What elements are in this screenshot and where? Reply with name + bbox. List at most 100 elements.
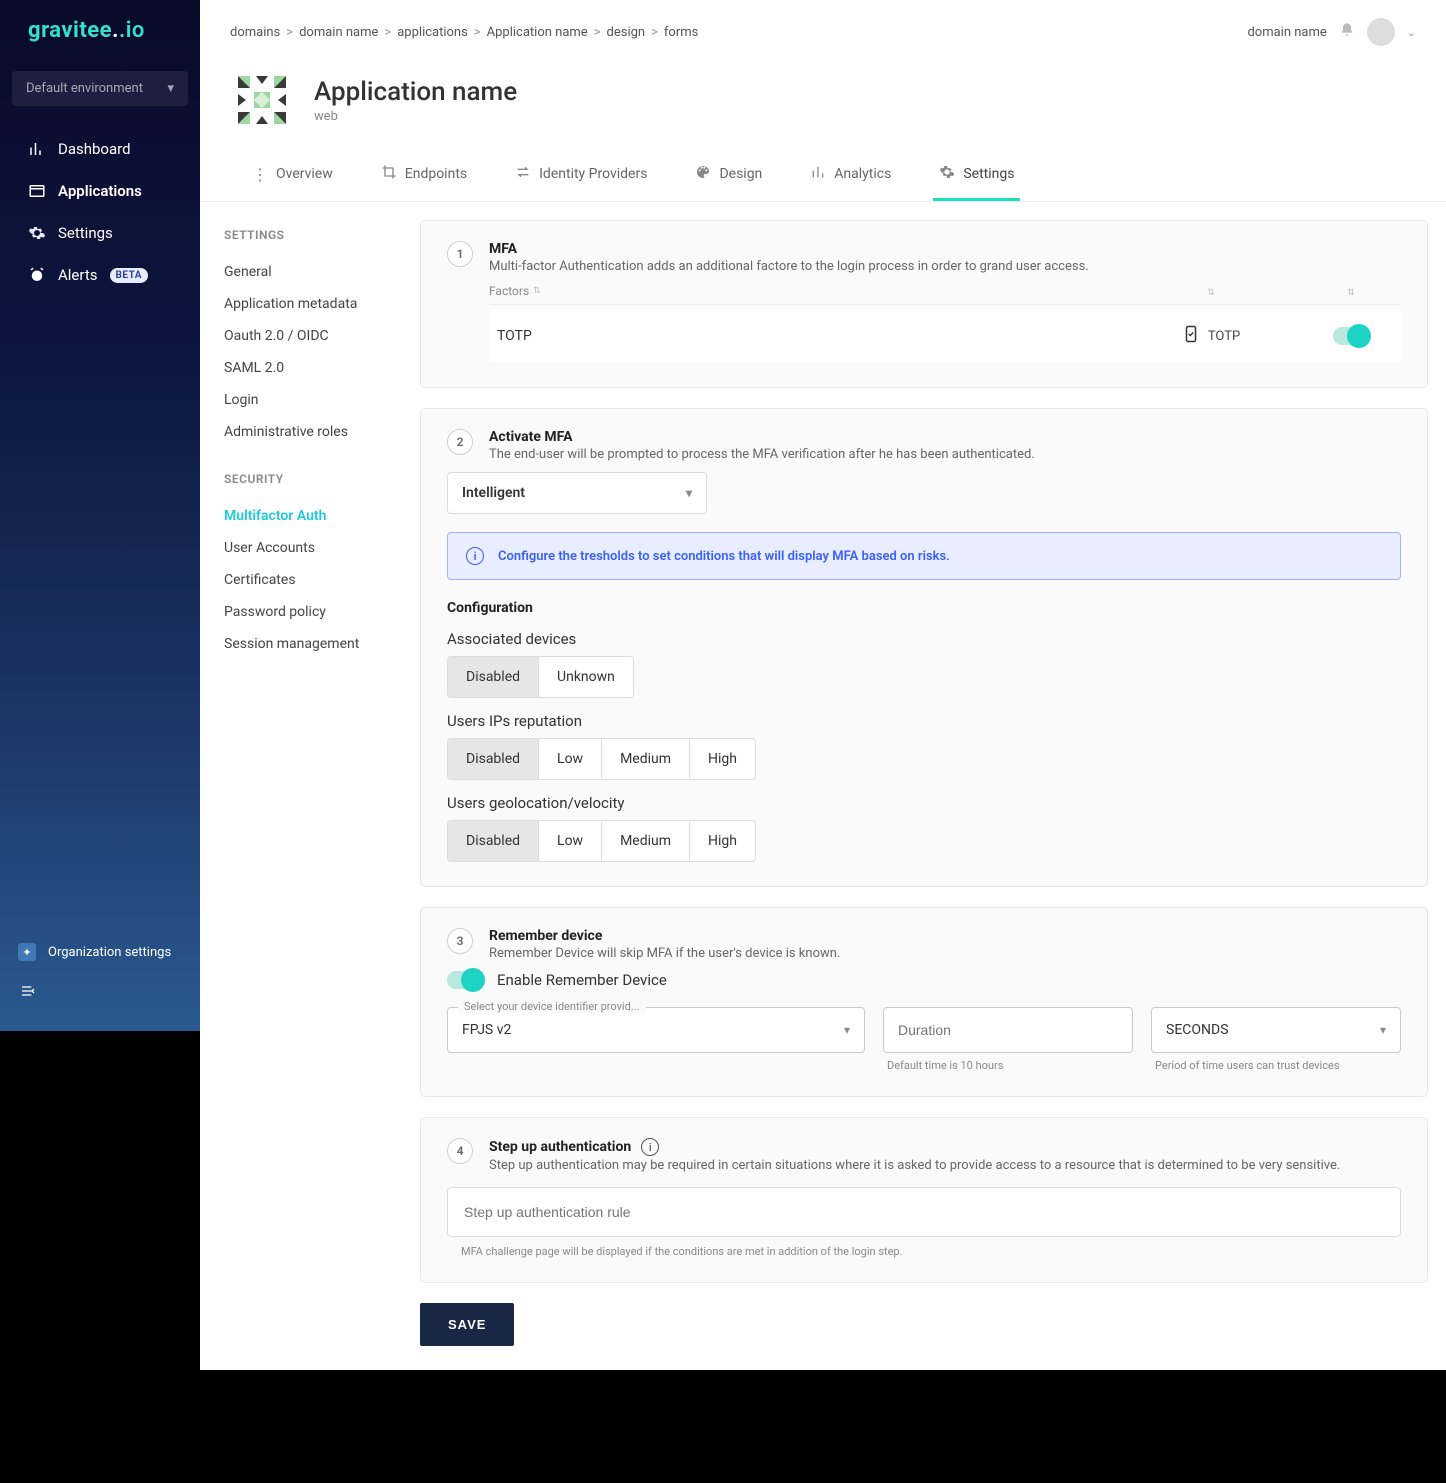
- subnav-item-user-accounts[interactable]: User Accounts: [224, 532, 396, 564]
- info-banner-text: Configure the tresholds to set condition…: [498, 549, 950, 564]
- info-icon[interactable]: i: [641, 1138, 659, 1156]
- breadcrumb-item[interactable]: Application name: [487, 25, 588, 40]
- card-description: Remember Device will skip MFA if the use…: [489, 946, 840, 961]
- subnav-item-certificates[interactable]: Certificates: [224, 564, 396, 596]
- menu-collapse-icon: [18, 983, 38, 999]
- enable-remember-toggle[interactable]: [447, 971, 483, 989]
- organization-settings[interactable]: ✦ Organization settings: [0, 931, 200, 973]
- breadcrumb-item[interactable]: applications: [397, 25, 468, 40]
- step-number: 4: [447, 1138, 473, 1164]
- mfa-mode-select[interactable]: Intelligent ▾: [447, 472, 707, 514]
- save-button[interactable]: SAVE: [420, 1303, 514, 1346]
- seg-btn-disabled[interactable]: Disabled: [448, 821, 539, 861]
- page-header: domains> domain name> applications> Appl…: [200, 0, 1446, 202]
- tab-analytics[interactable]: Analytics: [804, 150, 897, 201]
- tab-endpoints[interactable]: Endpoints: [375, 150, 473, 201]
- nav-item-label: Applications: [58, 182, 142, 200]
- device-provider-value: FPJS v2: [462, 1022, 511, 1038]
- breadcrumb-item[interactable]: design: [607, 25, 646, 40]
- device-provider-select[interactable]: Select your device identifier provid... …: [447, 1007, 865, 1053]
- geolocation-label: Users geolocation/velocity: [447, 794, 1401, 812]
- subnav-item-app-metadata[interactable]: Application metadata: [224, 288, 396, 320]
- tab-label: Settings: [963, 166, 1014, 182]
- tab-settings[interactable]: Settings: [933, 150, 1020, 201]
- card-title: MFA: [489, 241, 1089, 257]
- time-unit-hint: Period of time users can trust devices: [1151, 1059, 1401, 1072]
- nav-settings[interactable]: Settings: [0, 212, 200, 254]
- sidebar: gravitee..io Default environment ▾ Dashb…: [0, 0, 200, 1031]
- seg-btn-high[interactable]: High: [690, 821, 755, 861]
- notifications-icon[interactable]: [1339, 22, 1355, 42]
- seg-btn-high[interactable]: High: [690, 739, 755, 779]
- seg-btn-medium[interactable]: Medium: [602, 739, 690, 779]
- factor-toggle-column-header[interactable]: ⇅: [1301, 284, 1401, 298]
- sidebar-collapse-button[interactable]: [0, 973, 200, 1013]
- seg-btn-unknown[interactable]: Unknown: [539, 657, 633, 697]
- nav-applications[interactable]: Applications: [0, 170, 200, 212]
- mfa-mode-value: Intelligent: [462, 485, 525, 501]
- nav-item-label: Alerts: [58, 266, 98, 284]
- duration-hint: Default time is 10 hours: [883, 1059, 1133, 1072]
- geolocation-segmented: Disabled Low Medium High: [447, 820, 756, 862]
- user-area: domain name ⌄: [1247, 18, 1416, 46]
- card-remember-device: 3 Remember device Remember Device will s…: [420, 907, 1428, 1097]
- subnav-item-oauth[interactable]: Oauth 2.0 / OIDC: [224, 320, 396, 352]
- tab-overview[interactable]: ⋮ Overview: [246, 150, 339, 201]
- card-title: Activate MFA: [489, 429, 1035, 445]
- breadcrumb-item[interactable]: forms: [664, 25, 698, 40]
- seg-btn-low[interactable]: Low: [539, 821, 602, 861]
- associated-devices-label: Associated devices: [447, 630, 1401, 648]
- seg-btn-low[interactable]: Low: [539, 739, 602, 779]
- subnav-item-general[interactable]: General: [224, 256, 396, 288]
- main: domains> domain name> applications> Appl…: [200, 0, 1446, 1483]
- duration-input[interactable]: [883, 1007, 1133, 1053]
- alarm-clock-icon: [28, 266, 46, 284]
- info-icon: i: [466, 547, 484, 565]
- seg-btn-medium[interactable]: Medium: [602, 821, 690, 861]
- logo-text: gravitee..io: [28, 18, 145, 43]
- bar-chart-icon: [810, 164, 826, 184]
- org-settings-label: Organization settings: [48, 945, 171, 960]
- tab-identity-providers[interactable]: Identity Providers: [509, 150, 653, 201]
- factor-toggle[interactable]: [1333, 327, 1369, 345]
- subnav-item-mfa[interactable]: Multifactor Auth: [224, 500, 396, 532]
- factor-type-column-header[interactable]: ⇅: [1121, 284, 1301, 298]
- subnav-section-header: SETTINGS: [224, 228, 396, 242]
- associated-devices-segmented: Disabled Unknown: [447, 656, 634, 698]
- time-unit-select[interactable]: SECONDS ▾: [1151, 1007, 1401, 1053]
- subnav-item-saml[interactable]: SAML 2.0: [224, 352, 396, 384]
- duration-field[interactable]: [898, 1022, 1118, 1038]
- environment-selector[interactable]: Default environment ▾: [12, 71, 188, 106]
- subnav-item-session-mgmt[interactable]: Session management: [224, 628, 396, 660]
- card-title: Step up authentication: [489, 1139, 631, 1155]
- breadcrumb-item[interactable]: domains: [230, 25, 280, 40]
- step-up-rule-input[interactable]: [447, 1187, 1401, 1237]
- nav-dashboard[interactable]: Dashboard: [0, 128, 200, 170]
- time-unit-value: SECONDS: [1166, 1022, 1229, 1038]
- tab-label: Design: [719, 166, 762, 182]
- seg-btn-disabled[interactable]: Disabled: [448, 657, 539, 697]
- tab-design[interactable]: Design: [689, 150, 768, 201]
- factors-column-header[interactable]: Factors ⇅: [489, 284, 1121, 298]
- user-domain-label: domain name: [1247, 25, 1326, 40]
- phone-check-icon: [1182, 325, 1200, 347]
- card-mfa: 1 MFA Multi-factor Authentication adds a…: [420, 220, 1428, 388]
- card-activate-mfa: 2 Activate MFA The end-user will be prom…: [420, 408, 1428, 887]
- step-number: 2: [447, 429, 473, 455]
- breadcrumb-item[interactable]: domain name: [299, 25, 378, 40]
- nav-alerts[interactable]: Alerts BETA: [0, 254, 200, 296]
- ip-reputation-segmented: Disabled Low Medium High: [447, 738, 756, 780]
- chevron-down-icon[interactable]: ⌄: [1407, 26, 1416, 39]
- avatar[interactable]: [1367, 18, 1395, 46]
- sort-icon: ⇅: [1347, 288, 1355, 298]
- settings-panels: 1 MFA Multi-factor Authentication adds a…: [420, 202, 1446, 1370]
- tab-label: Analytics: [834, 166, 891, 182]
- subnav-item-password-policy[interactable]: Password policy: [224, 596, 396, 628]
- subnav-item-admin-roles[interactable]: Administrative roles: [224, 416, 396, 448]
- subnav-item-login[interactable]: Login: [224, 384, 396, 416]
- tab-label: Endpoints: [405, 166, 467, 182]
- application-type: web: [314, 109, 517, 124]
- beta-badge: BETA: [110, 268, 149, 283]
- seg-btn-disabled[interactable]: Disabled: [448, 739, 539, 779]
- bar-chart-icon: [28, 140, 46, 158]
